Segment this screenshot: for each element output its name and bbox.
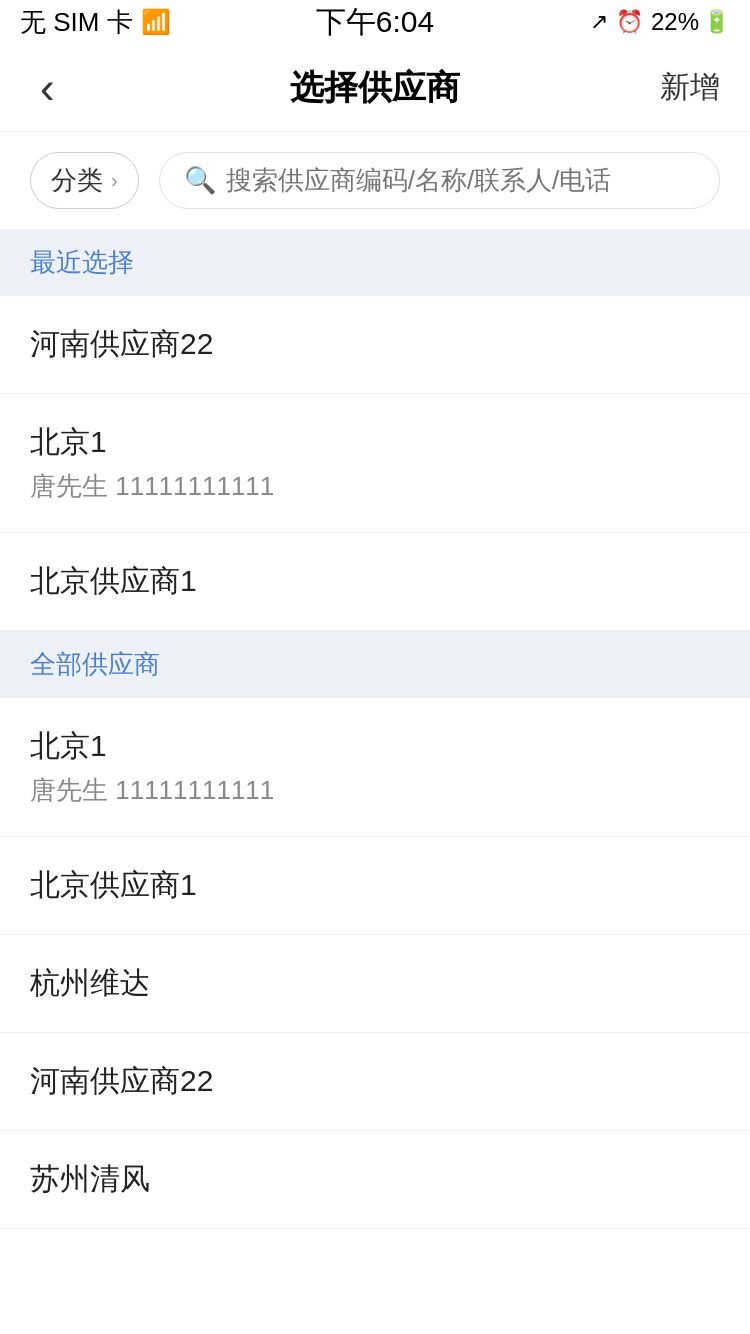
all-list-item[interactable]: 杭州维达 [0,935,750,1033]
add-button[interactable]: 新增 [660,67,720,108]
item-sub: 唐先生 11111111111 [30,469,720,504]
status-carrier: 无 SIM 卡 📶 [20,5,171,40]
category-label: 分类 [51,163,103,198]
item-sub: 唐先生 11111111111 [30,773,720,808]
item-name: 北京供应商1 [30,561,720,602]
item-name: 苏州清风 [30,1159,720,1200]
all-header-text: 全部供应商 [30,649,160,679]
status-time: 下午6:04 [316,2,434,43]
recent-header-text: 最近选择 [30,247,134,277]
recent-list-item[interactable]: 北京1 唐先生 11111111111 [0,394,750,533]
status-bar: 无 SIM 卡 📶 下午6:04 ↗ ⏰ 22% 🔋 [0,0,750,44]
item-name: 杭州维达 [30,963,720,1004]
all-items-list: 北京1 唐先生 11111111111 北京供应商1 杭州维达河南供应商22 苏州清风 [0,698,750,1229]
chevron-right-icon: › [111,169,118,192]
battery-indicator: 22% 🔋 [651,8,730,36]
all-list-item[interactable]: 苏州清风 [0,1131,750,1229]
search-input[interactable] [226,165,695,196]
recent-items-list: 河南供应商22 北京1 唐先生 11111111111 北京供应商1 [0,296,750,631]
item-name: 北京1 [30,422,720,463]
item-name: 北京1 [30,726,720,767]
location-icon: ↗ [590,9,608,35]
status-right: ↗ ⏰ 22% 🔋 [590,8,730,36]
search-box: 🔍 [159,152,720,209]
wifi-icon: 📶 [141,8,171,36]
back-button[interactable]: ‹ [30,53,65,123]
all-list-item[interactable]: 北京1 唐先生 11111111111 [0,698,750,837]
search-icon: 🔍 [184,165,216,196]
all-list-item[interactable]: 河南供应商22 [0,1033,750,1131]
item-name: 河南供应商22 [30,324,720,365]
battery-icon: 🔋 [703,9,730,35]
filter-bar: 分类 › 🔍 [0,132,750,229]
alarm-icon: ⏰ [616,9,643,35]
item-name: 河南供应商22 [30,1061,720,1102]
recent-list-item[interactable]: 河南供应商22 [0,296,750,394]
item-name: 北京供应商1 [30,865,720,906]
recent-section-header: 最近选择 [0,229,750,296]
page-title: 选择供应商 [290,65,460,111]
all-list-item[interactable]: 北京供应商1 [0,837,750,935]
recent-list-item[interactable]: 北京供应商1 [0,533,750,631]
category-button[interactable]: 分类 › [30,152,139,209]
nav-bar: ‹ 选择供应商 新增 [0,44,750,132]
all-section-header: 全部供应商 [0,631,750,698]
